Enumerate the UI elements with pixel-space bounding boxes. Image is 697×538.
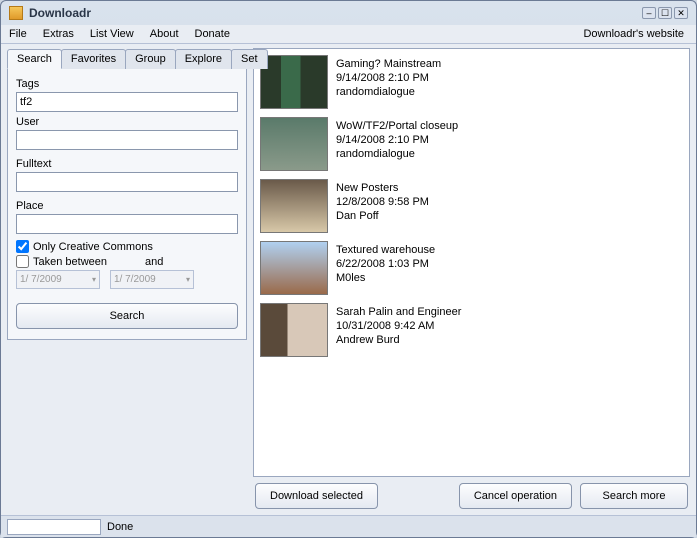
menu-extras[interactable]: Extras [43, 28, 74, 40]
tab-strip: Search Favorites Group Explore Set [7, 49, 247, 69]
result-title: Sarah Palin and Engineer [336, 305, 461, 319]
tab-set[interactable]: Set [231, 49, 268, 69]
and-label: and [145, 256, 163, 268]
tab-group[interactable]: Group [125, 49, 176, 69]
result-text: New Posters 12/8/2008 9:58 PM Dan Poff [336, 179, 429, 223]
user-label: User [16, 116, 238, 128]
list-item[interactable]: Sarah Palin and Engineer 10/31/2008 9:42… [256, 299, 687, 361]
list-item[interactable]: WoW/TF2/Portal closeup 9/14/2008 2:10 PM… [256, 113, 687, 175]
menu-about[interactable]: About [150, 28, 179, 40]
result-user: randomdialogue [336, 147, 458, 161]
app-window: Downloadr ‒ ☐ ✕ File Extras List View Ab… [0, 0, 697, 538]
date-from-picker[interactable]: 1/ 7/2009 ▾ [16, 270, 100, 289]
thumbnail [260, 55, 328, 109]
app-icon [9, 6, 23, 20]
tab-favorites[interactable]: Favorites [61, 49, 126, 69]
place-input[interactable] [16, 214, 238, 234]
result-date: 10/31/2008 9:42 AM [336, 319, 461, 333]
list-item[interactable]: Textured warehouse 6/22/2008 1:03 PM M0l… [256, 237, 687, 299]
thumbnail [260, 179, 328, 233]
thumbnail [260, 241, 328, 295]
result-title: WoW/TF2/Portal closeup [336, 119, 458, 133]
chevron-down-icon: ▾ [186, 275, 190, 284]
tab-explore[interactable]: Explore [175, 49, 232, 69]
result-user: M0les [336, 271, 435, 285]
action-bar: Download selected Cancel operation Searc… [253, 477, 690, 511]
menu-listview[interactable]: List View [90, 28, 134, 40]
menubar: File Extras List View About Donate Downl… [1, 25, 696, 44]
only-cc-row: Only Creative Commons [16, 240, 238, 253]
list-item[interactable]: Gaming? Mainstream 9/14/2008 2:10 PM ran… [256, 51, 687, 113]
statusbar: Done [1, 515, 696, 537]
chevron-down-icon: ▾ [92, 275, 96, 284]
results-list[interactable]: Gaming? Mainstream 9/14/2008 2:10 PM ran… [253, 48, 690, 477]
result-title: New Posters [336, 181, 429, 195]
fulltext-label: Fulltext [16, 158, 238, 170]
status-field [7, 519, 101, 535]
only-cc-checkbox[interactable] [16, 240, 29, 253]
only-cc-label: Only Creative Commons [33, 241, 153, 253]
left-panel: Search Favorites Group Explore Set Tags … [1, 44, 253, 515]
list-item[interactable]: New Posters 12/8/2008 9:58 PM Dan Poff [256, 175, 687, 237]
menu-spacer [246, 28, 583, 40]
maximize-button[interactable]: ☐ [658, 7, 672, 19]
menu-donate[interactable]: Donate [195, 28, 230, 40]
tags-label: Tags [16, 78, 238, 90]
tab-search[interactable]: Search [7, 49, 62, 69]
search-more-button[interactable]: Search more [580, 483, 688, 509]
result-text: Textured warehouse 6/22/2008 1:03 PM M0l… [336, 241, 435, 285]
fulltext-input[interactable] [16, 172, 238, 192]
result-user: Andrew Burd [336, 333, 461, 347]
date-from-value: 1/ 7/2009 [20, 274, 62, 285]
thumbnail [260, 303, 328, 357]
place-label: Place [16, 200, 238, 212]
content-area: Search Favorites Group Explore Set Tags … [1, 44, 696, 515]
result-user: randomdialogue [336, 85, 441, 99]
tags-input[interactable] [16, 92, 238, 112]
date-to-picker[interactable]: 1/ 7/2009 ▾ [110, 270, 194, 289]
cancel-operation-button[interactable]: Cancel operation [459, 483, 572, 509]
result-date: 12/8/2008 9:58 PM [336, 195, 429, 209]
taken-between-checkbox[interactable] [16, 255, 29, 268]
result-text: Sarah Palin and Engineer 10/31/2008 9:42… [336, 303, 461, 347]
result-title: Textured warehouse [336, 243, 435, 257]
menu-file[interactable]: File [9, 28, 27, 40]
result-text: Gaming? Mainstream 9/14/2008 2:10 PM ran… [336, 55, 441, 99]
right-panel: Gaming? Mainstream 9/14/2008 2:10 PM ran… [253, 44, 696, 515]
taken-between-row: Taken between and [16, 255, 238, 268]
search-button[interactable]: Search [16, 303, 238, 329]
window-title: Downloadr [29, 6, 91, 20]
result-title: Gaming? Mainstream [336, 57, 441, 71]
download-selected-button[interactable]: Download selected [255, 483, 378, 509]
website-link[interactable]: Downloadr's website [583, 28, 684, 40]
spacer [386, 483, 451, 509]
date-to-value: 1/ 7/2009 [114, 274, 156, 285]
result-text: WoW/TF2/Portal closeup 9/14/2008 2:10 PM… [336, 117, 458, 161]
window-controls: ‒ ☐ ✕ [642, 7, 688, 19]
search-form: Tags User Fulltext Place Only Creative C… [7, 68, 247, 340]
result-date: 6/22/2008 1:03 PM [336, 257, 435, 271]
titlebar: Downloadr ‒ ☐ ✕ [1, 1, 696, 25]
date-row: 1/ 7/2009 ▾ 1/ 7/2009 ▾ [16, 270, 238, 289]
result-date: 9/14/2008 2:10 PM [336, 133, 458, 147]
close-button[interactable]: ✕ [674, 7, 688, 19]
taken-between-label: Taken between [33, 256, 107, 268]
result-date: 9/14/2008 2:10 PM [336, 71, 441, 85]
status-text: Done [107, 521, 133, 533]
thumbnail [260, 117, 328, 171]
user-input[interactable] [16, 130, 238, 150]
result-user: Dan Poff [336, 209, 429, 223]
minimize-button[interactable]: ‒ [642, 7, 656, 19]
